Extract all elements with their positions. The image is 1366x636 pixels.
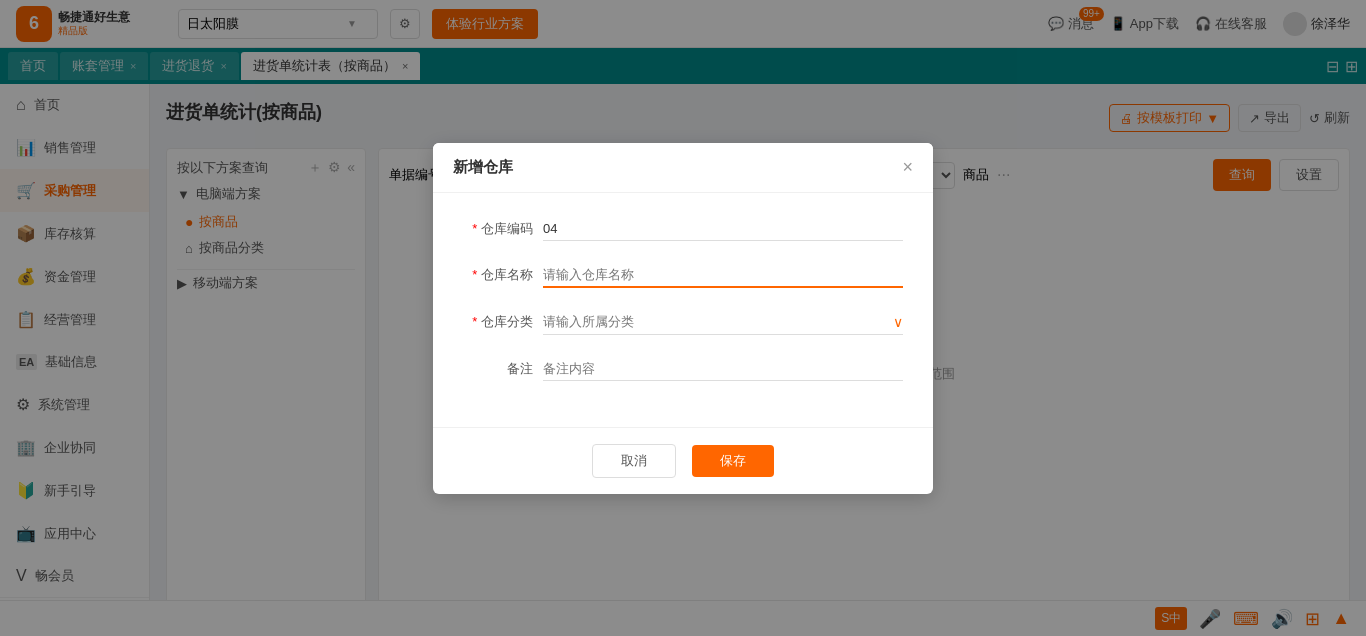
modal-title: 新增仓库 (453, 158, 513, 177)
warehouse-code-label: 仓库编码 (463, 220, 543, 238)
modal-overlay[interactable]: 新增仓库 × 仓库编码 仓库名称 仓库分类 ∨ (0, 0, 1366, 636)
warehouse-code-input[interactable] (543, 217, 903, 241)
warehouse-name-input[interactable] (543, 263, 903, 288)
warehouse-category-label: 仓库分类 (463, 313, 543, 331)
modal-header: 新增仓库 × (433, 143, 933, 193)
warehouse-name-label: 仓库名称 (463, 266, 543, 284)
modal-new-warehouse: 新增仓库 × 仓库编码 仓库名称 仓库分类 ∨ (433, 143, 933, 494)
warehouse-category-input[interactable] (543, 314, 893, 329)
save-button[interactable]: 保存 (692, 445, 774, 477)
form-row-code: 仓库编码 (463, 217, 903, 241)
modal-close-button[interactable]: × (902, 157, 913, 178)
cancel-button[interactable]: 取消 (592, 444, 676, 478)
form-row-category: 仓库分类 ∨ (463, 310, 903, 335)
category-dropdown-icon[interactable]: ∨ (893, 314, 903, 330)
form-row-name: 仓库名称 (463, 263, 903, 288)
modal-footer: 取消 保存 (433, 427, 933, 494)
form-row-remark: 备注 (463, 357, 903, 381)
remark-input[interactable] (543, 357, 903, 381)
modal-body: 仓库编码 仓库名称 仓库分类 ∨ 备注 (433, 193, 933, 427)
remark-label: 备注 (463, 360, 543, 378)
warehouse-category-select[interactable]: ∨ (543, 310, 903, 335)
